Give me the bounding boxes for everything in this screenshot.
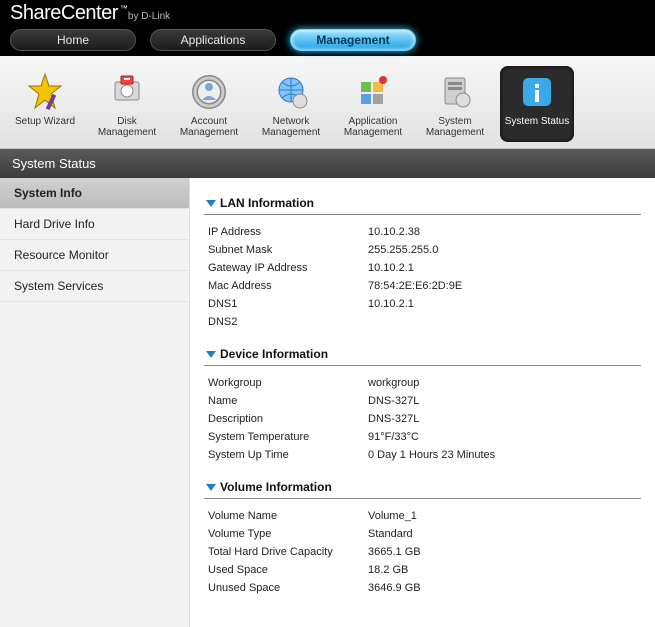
lan-gateway-value: 10.10.2.1 [364,259,641,277]
topbar: ShareCenter ™ by D-Link Home Application… [0,0,655,56]
account-icon [187,72,231,112]
app-icon [351,72,395,112]
collapse-triangle-icon [206,200,216,207]
device-name-value: DNS-327L [364,392,641,410]
tool-system-management[interactable]: System Management [418,66,492,142]
tool-label: System Management [420,116,490,138]
sidebar-item-system-info[interactable]: System Info [0,178,189,209]
collapse-triangle-icon [206,484,216,491]
lan-dns1-value: 10.10.2.1 [364,295,641,313]
tool-label: Setup Wizard [10,116,80,127]
nav-home[interactable]: Home [10,29,136,51]
device-temp-label: System Temperature [204,428,364,446]
group-volume-header[interactable]: Volume Information [204,476,641,499]
sidebar-item-hard-drive-info[interactable]: Hard Drive Info [0,209,189,240]
lan-dns2-value [364,313,641,331]
lan-dns1-label: DNS1 [204,295,364,313]
sidebar: System Info Hard Drive Info Resource Mon… [0,178,190,627]
device-uptime-value: 0 Day 1 Hours 23 Minutes [364,446,641,464]
lan-subnet-value: 255.255.255.0 [364,241,641,259]
volume-used-value: 18.2 GB [364,561,641,579]
volume-unused-value: 3646.9 GB [364,579,641,597]
group-volume-title: Volume Information [220,480,332,494]
group-lan-title: LAN Information [220,196,314,210]
tool-system-status[interactable]: System Status [500,66,574,142]
lan-dns2-label: DNS2 [204,313,364,331]
section-header: System Status [0,149,655,178]
volume-used-label: Used Space [204,561,364,579]
lan-ip-value: 10.10.2.38 [364,223,641,241]
brand-main: ShareCenter [10,2,118,25]
group-device-title: Device Information [220,347,328,361]
nav-management[interactable]: Management [290,29,416,51]
content: LAN Information IP Address10.10.2.38 Sub… [190,178,655,627]
device-description-label: Description [204,410,364,428]
lan-subnet-label: Subnet Mask [204,241,364,259]
tool-label: Network Management [256,116,326,138]
volume-capacity-value: 3665.1 GB [364,543,641,561]
volume-name-label: Volume Name [204,507,364,525]
device-workgroup-value: workgroup [364,374,641,392]
lan-mac-value: 78:54:2E:E6:2D:9E [364,277,641,295]
device-table: Workgroupworkgroup NameDNS-327L Descript… [204,374,641,464]
device-workgroup-label: Workgroup [204,374,364,392]
device-description-value: DNS-327L [364,410,641,428]
management-toolbar: Setup Wizard Disk Management Account Man… [0,56,655,149]
volume-unused-label: Unused Space [204,579,364,597]
collapse-triangle-icon [206,351,216,358]
tool-label: Disk Management [92,116,162,138]
brand-byline: by D-Link [128,11,170,22]
sidebar-item-system-services[interactable]: System Services [0,271,189,302]
volume-type-value: Standard [364,525,641,543]
brand: ShareCenter ™ by D-Link [10,0,645,25]
disk-icon [105,72,149,112]
network-icon [269,72,313,112]
status-icon [515,72,559,112]
volume-capacity-label: Total Hard Drive Capacity [204,543,364,561]
sidebar-item-resource-monitor[interactable]: Resource Monitor [0,240,189,271]
lan-mac-label: Mac Address [204,277,364,295]
lan-gateway-label: Gateway IP Address [204,259,364,277]
body: System Info Hard Drive Info Resource Mon… [0,178,655,627]
system-icon [433,72,477,112]
tool-label: System Status [502,116,572,127]
group-lan-header[interactable]: LAN Information [204,192,641,215]
tool-account-management[interactable]: Account Management [172,66,246,142]
brand-tm: ™ [120,4,128,13]
tool-application-management[interactable]: Application Management [336,66,410,142]
device-uptime-label: System Up Time [204,446,364,464]
wizard-icon [23,72,67,112]
volume-table: Volume NameVolume_1 Volume TypeStandard … [204,507,641,597]
device-temp-value: 91°F/33°C [364,428,641,446]
lan-table: IP Address10.10.2.38 Subnet Mask255.255.… [204,223,641,331]
nav-row: Home Applications Management [10,29,645,51]
volume-type-label: Volume Type [204,525,364,543]
group-device-header[interactable]: Device Information [204,343,641,366]
nav-applications[interactable]: Applications [150,29,276,51]
volume-name-value: Volume_1 [364,507,641,525]
tool-label: Application Management [338,116,408,138]
tool-setup-wizard[interactable]: Setup Wizard [8,66,82,142]
tool-network-management[interactable]: Network Management [254,66,328,142]
device-name-label: Name [204,392,364,410]
tool-label: Account Management [174,116,244,138]
tool-disk-management[interactable]: Disk Management [90,66,164,142]
lan-ip-label: IP Address [204,223,364,241]
